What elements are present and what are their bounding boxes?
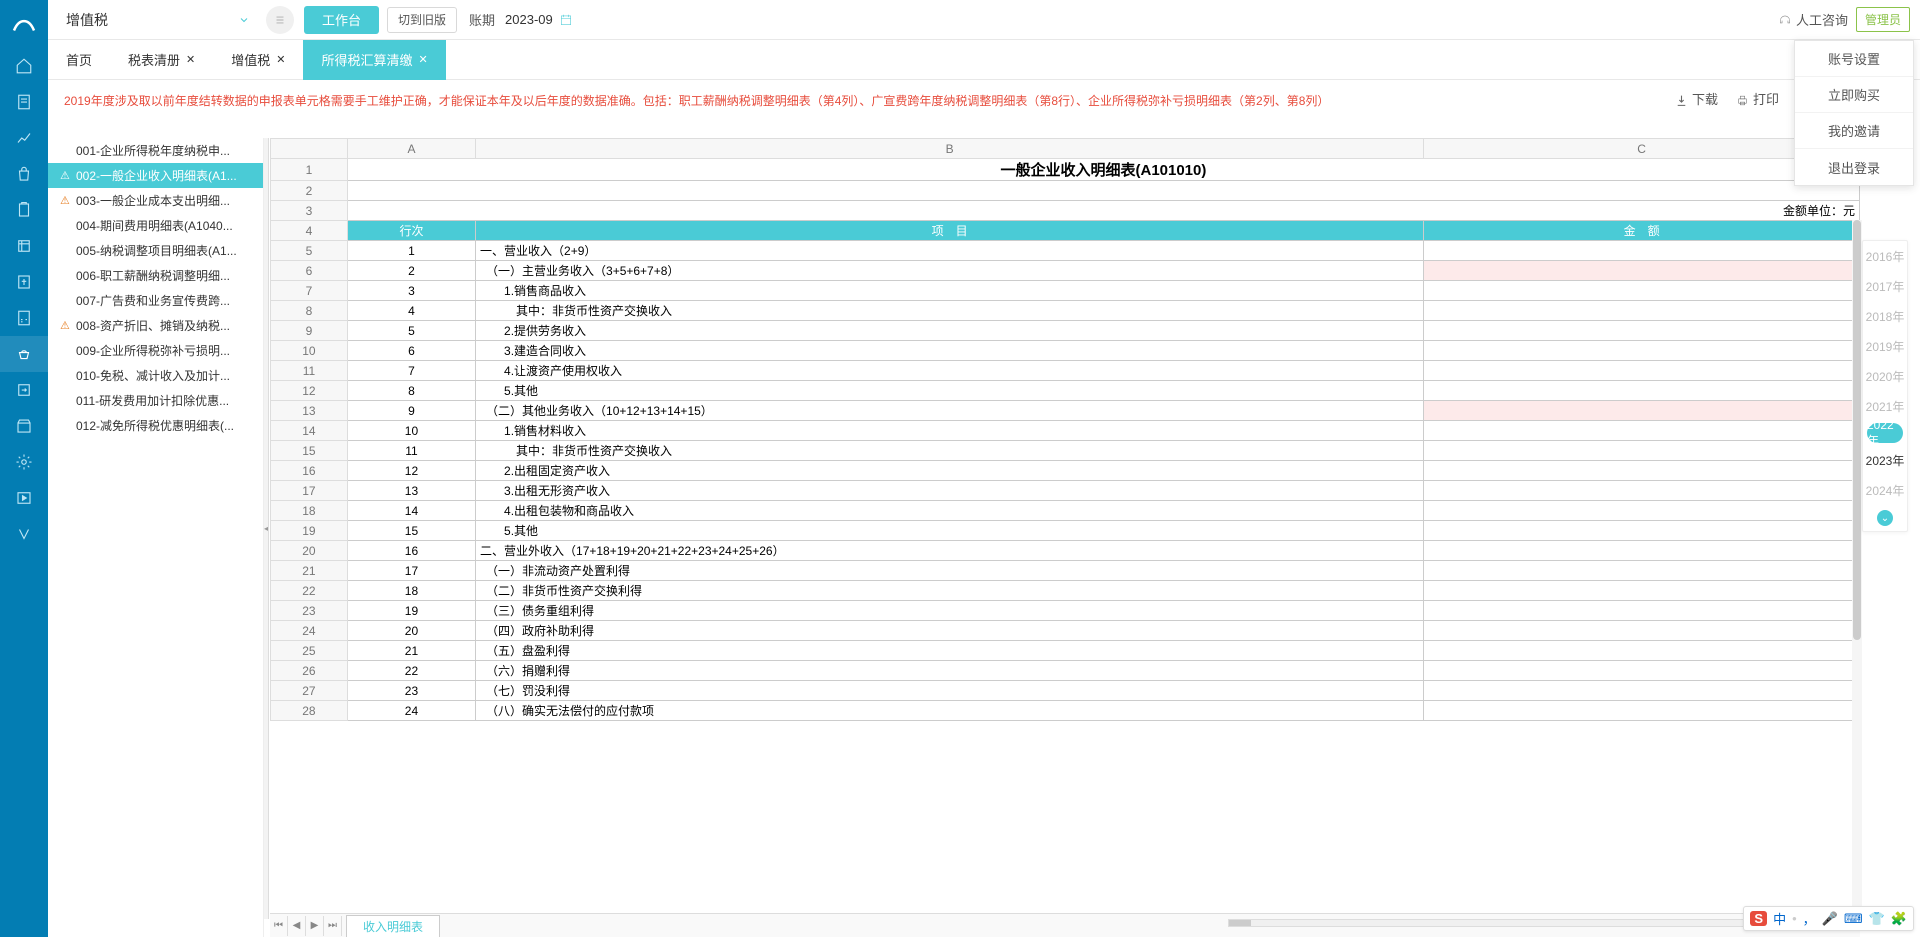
- year-2020年: 2020年: [1863, 361, 1907, 391]
- warning-banner: 2019年度涉及取以前年度结转数据的申报表单元格需要手工维护正确，才能保证本年及…: [48, 80, 1920, 117]
- consult-link[interactable]: 人工咨询: [1778, 10, 1848, 29]
- warn-icon: ⚠: [60, 194, 70, 207]
- year-2017年: 2017年: [1863, 271, 1907, 301]
- year-2021年: 2021年: [1863, 391, 1907, 421]
- nav-last-icon[interactable]: ⏭: [324, 916, 342, 936]
- ime-logo-icon: S: [1750, 911, 1767, 926]
- company-selector-label: 增值税: [66, 10, 108, 30]
- year-collapse-button[interactable]: ⌄: [1863, 505, 1907, 531]
- ime-punct-icon[interactable]: ，: [1803, 909, 1816, 928]
- year-2018年: 2018年: [1863, 301, 1907, 331]
- tree-item-2[interactable]: ⚠003-一般企业成本支出明细...: [48, 188, 263, 213]
- nav-prev-icon[interactable]: ◀: [288, 916, 306, 936]
- download-button[interactable]: 下载: [1675, 90, 1718, 111]
- ime-keyboard-icon[interactable]: ⌨: [1844, 911, 1863, 927]
- close-icon[interactable]: ✕: [419, 53, 428, 66]
- nav-transfer-icon[interactable]: [0, 372, 48, 408]
- tree-item-6[interactable]: 007-广告费和业务宣传费跨...: [48, 288, 263, 313]
- user-menu: 账号设置立即购买我的邀请退出登录: [1794, 40, 1914, 186]
- sheet-table[interactable]: ABC1一般企业收入明细表(A101010)23金额单位：元4行次项 目金 额5…: [270, 138, 1860, 721]
- nav-archive-icon[interactable]: [0, 408, 48, 444]
- warn-icon: ⚠: [60, 169, 70, 182]
- tab-2[interactable]: 增值税✕: [213, 40, 303, 80]
- nav-bag-icon[interactable]: [0, 156, 48, 192]
- year-2022年[interactable]: 2022年: [1867, 423, 1903, 443]
- ime-lang[interactable]: 中: [1773, 909, 1786, 928]
- tree-item-3[interactable]: 004-期间费用明细表(A1040...: [48, 213, 263, 238]
- spreadsheet: ◂ ABC1一般企业收入明细表(A101010)23金额单位：元4行次项 目金 …: [264, 138, 1860, 937]
- switch-old-button[interactable]: 切到旧版: [387, 7, 457, 33]
- user-menu-item-3[interactable]: 退出登录: [1795, 149, 1913, 185]
- nav-invoice-icon[interactable]: [0, 264, 48, 300]
- tab-0[interactable]: 首页: [48, 40, 110, 80]
- ime-toolbox-icon[interactable]: 🧩: [1891, 911, 1907, 927]
- form-tree: 001-企业所得税年度纳税申...⚠002-一般企业收入明细表(A1...⚠00…: [48, 138, 264, 937]
- nav-rail: [0, 0, 48, 937]
- nav-calc-icon[interactable]: [0, 300, 48, 336]
- year-2016年: 2016年: [1863, 241, 1907, 271]
- user-menu-item-2[interactable]: 我的邀请: [1795, 113, 1913, 149]
- tab-3[interactable]: 所得税汇算清缴✕: [303, 40, 445, 80]
- period-value[interactable]: 2023-09: [505, 12, 553, 27]
- year-rail: 2016年2017年2018年2019年2020年2021年2022年2023年…: [1862, 240, 1908, 532]
- tabstrip: 首页税表清册✕增值税✕所得税汇算清缴✕: [48, 40, 1920, 80]
- main-v-scrollbar[interactable]: [1852, 220, 1862, 907]
- user-menu-item-0[interactable]: 账号设置: [1795, 41, 1913, 77]
- chevron-double-down-icon: ⌄: [1877, 510, 1893, 526]
- nav-doc-icon[interactable]: [0, 84, 48, 120]
- nav-next-icon[interactable]: ▶: [306, 916, 324, 936]
- headset-icon: [1778, 13, 1792, 27]
- year-2019年: 2019年: [1863, 331, 1907, 361]
- nav-first-icon[interactable]: ⏮: [270, 916, 288, 936]
- nav-settings-icon[interactable]: [0, 444, 48, 480]
- ime-bar[interactable]: S 中 • ， 🎤 ⌨ 👕 🧩: [1743, 906, 1914, 931]
- user-menu-item-1[interactable]: 立即购买: [1795, 77, 1913, 113]
- workspace-button[interactable]: 工作台: [304, 6, 379, 34]
- tree-item-1[interactable]: ⚠002-一般企业收入明细表(A1...: [48, 163, 263, 188]
- tree-item-5[interactable]: 006-职工薪酬纳税调整明细...: [48, 263, 263, 288]
- calendar-icon[interactable]: [559, 13, 573, 27]
- tree-item-0[interactable]: 001-企业所得税年度纳税申...: [48, 138, 263, 163]
- sheet-tab[interactable]: 收入明细表: [346, 915, 440, 937]
- close-icon[interactable]: ✕: [186, 53, 195, 66]
- workarea: 001-企业所得税年度纳税申...⚠002-一般企业收入明细表(A1...⚠00…: [48, 138, 1860, 937]
- tree-item-9[interactable]: 010-免税、减计收入及加计...: [48, 363, 263, 388]
- nav-clip-icon[interactable]: [0, 192, 48, 228]
- ime-skin-icon[interactable]: 👕: [1869, 911, 1885, 927]
- warn-icon: ⚠: [60, 319, 70, 332]
- download-icon: [1675, 94, 1688, 107]
- content-area: 2019年度涉及取以前年度结转数据的申报表单元格需要手工维护正确，才能保证本年及…: [48, 80, 1920, 937]
- nav-tax-icon[interactable]: [0, 336, 48, 372]
- nav-play-icon[interactable]: [0, 480, 48, 516]
- close-icon[interactable]: ✕: [276, 53, 285, 66]
- tree-item-4[interactable]: 005-纳税调整项目明细表(A1...: [48, 238, 263, 263]
- tab-1[interactable]: 税表清册✕: [110, 40, 213, 80]
- splitter-handle[interactable]: ◂: [264, 138, 269, 919]
- nav-chart-icon[interactable]: [0, 120, 48, 156]
- sheet-bottom-bar: ⏮ ◀ ▶ ⏭ 收入明细表: [270, 913, 1860, 937]
- company-selector[interactable]: 增值税: [58, 5, 258, 35]
- print-icon: [1736, 94, 1749, 107]
- app-logo-icon: [9, 8, 39, 38]
- year-2024年: 2024年: [1863, 475, 1907, 505]
- tree-item-8[interactable]: 009-企业所得税弥补亏损明...: [48, 338, 263, 363]
- period-label: 账期: [469, 10, 495, 29]
- ime-mic-icon[interactable]: 🎤: [1822, 911, 1838, 927]
- nav-home-icon[interactable]: [0, 48, 48, 84]
- print-button[interactable]: 打印: [1736, 90, 1779, 111]
- chevron-down-icon: [238, 14, 250, 26]
- tree-item-10[interactable]: 011-研发费用加计扣除优惠...: [48, 388, 263, 413]
- year-2023年[interactable]: 2023年: [1863, 445, 1907, 475]
- sheet-nav: ⏮ ◀ ▶ ⏭: [270, 916, 342, 936]
- topbar: 增值税 工作台 切到旧版 账期 2023-09 人工咨询 管理员: [48, 0, 1920, 40]
- nav-v-icon[interactable]: [0, 516, 48, 552]
- admin-button[interactable]: 管理员: [1856, 7, 1910, 32]
- list-icon: [273, 13, 287, 27]
- tree-item-7[interactable]: ⚠008-资产折旧、摊销及纳税...: [48, 313, 263, 338]
- nav-ledger-icon[interactable]: [0, 228, 48, 264]
- tree-item-11[interactable]: 012-减免所得税优惠明细表(...: [48, 413, 263, 438]
- circle-button[interactable]: [266, 6, 294, 34]
